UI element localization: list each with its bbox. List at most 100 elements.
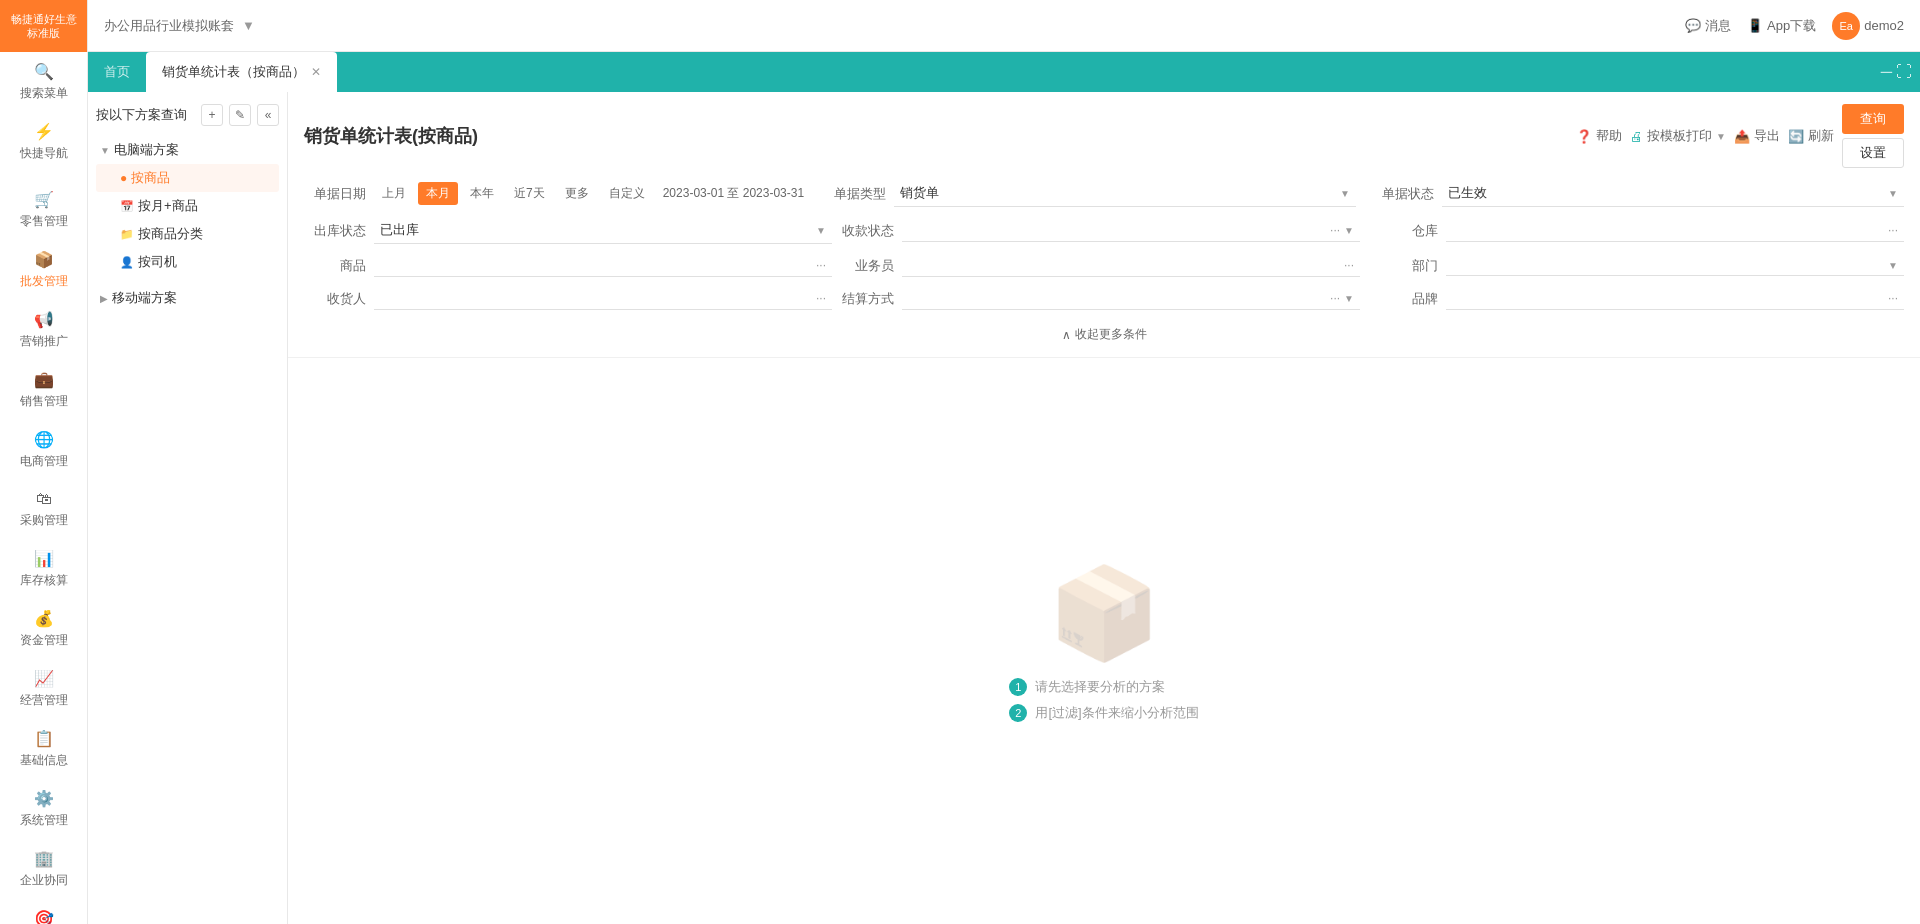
sidebar-item-marketing[interactable]: 📢 营销推广 <box>0 300 88 360</box>
sidebar-item-ecom[interactable]: 🌐 电商管理 <box>0 420 88 480</box>
help-icon: ❓ <box>1576 129 1592 144</box>
tab-home[interactable]: 首页 <box>88 52 146 92</box>
date-btn-custom[interactable]: 自定义 <box>601 182 653 205</box>
download-icon: 📱 <box>1747 18 1763 33</box>
inventory-icon: 📊 <box>34 549 54 568</box>
tree-child-by-month-product[interactable]: 📅 按月+商品 <box>96 192 279 220</box>
print-icon: 🖨 <box>1630 129 1643 144</box>
sidebar-item-wholesale[interactable]: 📦 批发管理 <box>0 240 88 300</box>
order-type-dropdown-icon[interactable]: ▼ <box>1340 188 1350 199</box>
sidebar-item-enterprise[interactable]: 🏢 企业协同 <box>0 839 88 899</box>
print-btn[interactable]: 🖨 按模板打印 ▼ <box>1630 127 1726 145</box>
receiver-more-icon[interactable]: ··· <box>816 291 826 305</box>
tab-actions: ─ ⛶ <box>1881 63 1920 81</box>
settings-button[interactable]: 设置 <box>1842 138 1904 168</box>
warehouse-label: 仓库 <box>1376 222 1446 240</box>
export-btn[interactable]: 📤 导出 <box>1734 127 1780 145</box>
panel-collapse-btn[interactable]: « <box>257 104 279 126</box>
date-btn-this-year[interactable]: 本年 <box>462 182 502 205</box>
collapse-icon: « <box>265 108 272 122</box>
sidebar-item-finance[interactable]: 💰 资金管理 <box>0 599 88 659</box>
empty-tip-2: 2 用[过滤]条件来缩小分析范围 <box>1009 704 1198 722</box>
out-status-dropdown-icon[interactable]: ▼ <box>816 225 826 236</box>
salesman-more-icon[interactable]: ··· <box>1344 258 1354 272</box>
refresh-icon: 🔄 <box>1788 129 1804 144</box>
order-status-value: 已生效 ▼ <box>1442 180 1904 207</box>
tree-child-by-product[interactable]: ● 按商品 <box>96 164 279 192</box>
collapse-up-icon: ∧ <box>1062 328 1071 342</box>
page-body: 按以下方案查询 + ✎ « ▼ 电脑端方案 ● <box>88 92 1920 924</box>
sidebar-item-inventory[interactable]: 📊 库存核算 <box>0 539 88 599</box>
warehouse-more-icon[interactable]: ··· <box>1888 223 1898 237</box>
help-btn[interactable]: ❓ 帮助 <box>1576 127 1622 145</box>
marketing-icon: 📢 <box>34 310 54 329</box>
sidebar-item-retail[interactable]: 🛒 零售管理 <box>0 180 88 240</box>
tab-active[interactable]: 销货单统计表（按商品） ✕ <box>146 52 337 92</box>
user-avatar-btn[interactable]: Ea demo2 <box>1832 12 1904 40</box>
product-more-icon[interactable]: ··· <box>816 258 826 272</box>
product-value: ··· <box>374 254 832 277</box>
brand-more-icon[interactable]: ··· <box>1888 291 1898 305</box>
sidebar-item-purchase[interactable]: 🛍 采购管理 <box>0 480 88 539</box>
sidebar-item-quick-nav[interactable]: ⚡ 快捷导航 <box>0 112 88 172</box>
date-btn-7days[interactable]: 近7天 <box>506 182 553 205</box>
industry-label: 办公用品行业模拟账套 <box>104 17 234 35</box>
empty-illustration: 📦 <box>1048 561 1160 666</box>
panel-add-btn[interactable]: + <box>201 104 223 126</box>
logo: 畅捷通好生意 标准版 <box>0 0 88 52</box>
tree-child-by-cashier[interactable]: 👤 按司机 <box>96 248 279 276</box>
edit-icon: ✎ <box>235 108 245 122</box>
date-btn-more[interactable]: 更多 <box>557 182 597 205</box>
onboarding-icon: 🎯 <box>34 909 54 924</box>
tree-child-by-category[interactable]: 📁 按商品分类 <box>96 220 279 248</box>
search-menu-icon: 🔍 <box>34 62 54 81</box>
filter-area: 单据日期 上月 本月 本年 近7天 更多 自定义 2023-03-01 至 20… <box>288 176 1920 358</box>
print-dropdown-icon: ▼ <box>1716 131 1726 142</box>
page-actions: ❓ 帮助 🖨 按模板打印 ▼ 📤 导出 🔄 刷新 <box>1576 104 1904 168</box>
sidebar-item-sales[interactable]: 💼 销售管理 <box>0 360 88 420</box>
settlement-more-icon[interactable]: ··· <box>1330 291 1340 305</box>
category-icon: 📁 <box>120 228 134 241</box>
brand-label: 品牌 <box>1376 290 1446 308</box>
date-btn-prev-month[interactable]: 上月 <box>374 182 414 205</box>
panel-edit-btn[interactable]: ✎ <box>229 104 251 126</box>
collapse-more-btn[interactable]: ∧ 收起更多条件 <box>304 320 1904 349</box>
app-download-btn[interactable]: 📱 App下载 <box>1747 17 1816 35</box>
date-btn-this-month[interactable]: 本月 <box>418 182 458 205</box>
left-panel: 按以下方案查询 + ✎ « ▼ 电脑端方案 ● <box>88 92 288 924</box>
tab-close-btn[interactable]: ✕ <box>311 65 321 79</box>
tree-parent-desktop[interactable]: ▼ 电脑端方案 <box>96 136 279 164</box>
query-actions: 查询 设置 <box>1842 104 1904 168</box>
sidebar-item-onboarding[interactable]: 🎯 新手引导 <box>0 899 88 924</box>
purchase-icon: 🛍 <box>36 490 52 508</box>
department-dropdown-icon[interactable]: ▼ <box>1888 260 1898 271</box>
sidebar-item-search-menu[interactable]: 🔍 搜索菜单 <box>0 52 88 112</box>
sidebar-item-operation[interactable]: 📈 经营管理 <box>0 659 88 719</box>
empty-state: 📦 1 请先选择要分析的方案 2 用[过滤]条件来缩小分析范围 <box>288 358 1920 924</box>
sidebar: 畅捷通好生意 标准版 🔍 搜索菜单 ⚡ 快捷导航 🛒 零售管理 📦 批发管理 📢… <box>0 0 88 924</box>
refresh-btn[interactable]: 🔄 刷新 <box>1788 127 1834 145</box>
tree-parent-mobile[interactable]: ▶ 移动端方案 <box>96 284 279 312</box>
sidebar-item-system[interactable]: ⚙️ 系统管理 <box>0 779 88 839</box>
sidebar-item-basic[interactable]: 📋 基础信息 <box>0 719 88 779</box>
receiver-value: ··· <box>374 287 832 310</box>
tab-expand-btn[interactable]: ⛶ <box>1896 63 1912 81</box>
panel-header: 按以下方案查询 + ✎ « <box>96 104 279 126</box>
message-icon: 💬 <box>1685 18 1701 33</box>
industry-dropdown-icon[interactable]: ▼ <box>242 18 255 33</box>
settlement-dropdown-icon[interactable]: ▼ <box>1344 293 1354 304</box>
tab-minimize-btn[interactable]: ─ <box>1881 63 1892 81</box>
logo-text: 畅捷通好生意 标准版 <box>11 12 77 41</box>
product-label: 商品 <box>304 257 374 275</box>
order-status-dropdown-icon[interactable]: ▼ <box>1888 188 1898 199</box>
receiver-label: 收货人 <box>304 290 374 308</box>
receipt-status-dropdown-icon[interactable]: ▼ <box>1344 225 1354 236</box>
cashier-icon: 👤 <box>120 256 134 269</box>
receipt-status-more-icon[interactable]: ··· <box>1330 223 1340 237</box>
receipt-status-value: ··· ▼ <box>902 219 1360 242</box>
date-filter: 上月 本月 本年 近7天 更多 自定义 2023-03-01 至 2023-03… <box>374 182 804 205</box>
top-header: 办公用品行业模拟账套 ▼ 💬 消息 📱 App下载 Ea demo2 <box>88 0 1920 52</box>
query-button[interactable]: 查询 <box>1842 104 1904 134</box>
finance-icon: 💰 <box>34 609 54 628</box>
message-btn[interactable]: 💬 消息 <box>1685 17 1731 35</box>
